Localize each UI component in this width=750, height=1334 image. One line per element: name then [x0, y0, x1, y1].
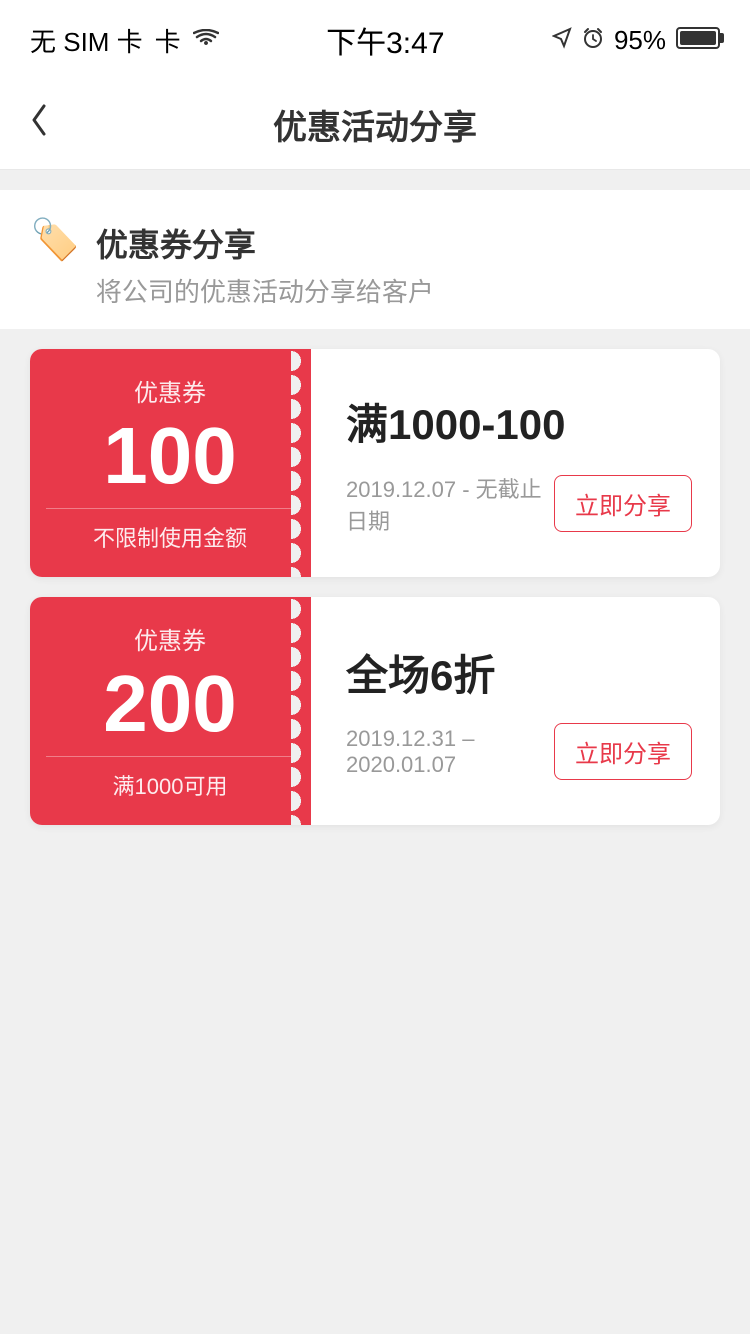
coupon-amount: 100	[103, 416, 236, 496]
nav-bar: 优惠活动分享	[0, 80, 750, 170]
coupon-left-panel: 优惠券 200 满1000可用	[30, 597, 310, 825]
carrier-text: 无 SIM 卡	[30, 22, 143, 59]
coupon-list: 优惠券 100 不限制使用金额 满1000-100 2019.12.07 - 无…	[0, 329, 750, 845]
coupon-divider	[46, 756, 294, 757]
share-button[interactable]: 立即分享	[554, 723, 692, 780]
page-title: 优惠活动分享	[273, 100, 477, 149]
coupon-label: 优惠券	[134, 621, 206, 656]
status-time: 下午3:47	[326, 18, 444, 62]
status-right: 95%	[552, 25, 720, 56]
section-title: 优惠券分享	[96, 220, 434, 266]
coupon-date: 2019.12.31 – 2020.01.07	[346, 726, 554, 778]
coupon-divider	[46, 508, 294, 509]
section-text: 优惠券分享 将公司的优惠活动分享给客户	[96, 220, 434, 309]
coupon-bottom: 2019.12.31 – 2020.01.07 立即分享	[346, 723, 692, 780]
share-button[interactable]: 立即分享	[554, 475, 692, 532]
status-bar: 无 SIM 卡 卡 下午3:47 95%	[0, 0, 750, 80]
section-icon: 🏷️	[30, 220, 80, 260]
coupon-right-panel: 全场6折 2019.12.31 – 2020.01.07 立即分享	[310, 597, 720, 825]
coupon-name: 满1000-100	[346, 391, 692, 452]
coupon-condition: 不限制使用金额	[93, 521, 247, 553]
coupon-amount: 200	[103, 664, 236, 744]
sim-icon: 卡	[155, 22, 181, 59]
coupon-label: 优惠券	[134, 373, 206, 408]
coupon-right-panel: 满1000-100 2019.12.07 - 无截止日期 立即分享	[310, 349, 720, 577]
alarm-icon	[582, 25, 604, 56]
coupon-condition: 满1000可用	[113, 769, 228, 801]
section-header: 🏷️ 优惠券分享 将公司的优惠活动分享给客户	[0, 190, 750, 329]
section-subtitle: 将公司的优惠活动分享给客户	[96, 272, 434, 309]
battery-icon	[676, 25, 720, 56]
coupon-name: 全场6折	[346, 642, 692, 703]
back-button[interactable]	[28, 100, 52, 149]
battery-percent: 95%	[614, 25, 666, 56]
coupon-bottom: 2019.12.07 - 无截止日期 立即分享	[346, 472, 692, 536]
wifi-icon	[193, 25, 219, 56]
coupon-left-panel: 优惠券 100 不限制使用金额	[30, 349, 310, 577]
coupon-card: 优惠券 100 不限制使用金额 满1000-100 2019.12.07 - 无…	[30, 349, 720, 577]
coupon-date: 2019.12.07 - 无截止日期	[346, 472, 554, 536]
coupon-card: 优惠券 200 满1000可用 全场6折 2019.12.31 – 2020.0…	[30, 597, 720, 825]
status-left: 无 SIM 卡 卡	[30, 22, 219, 59]
location-icon	[552, 25, 572, 56]
